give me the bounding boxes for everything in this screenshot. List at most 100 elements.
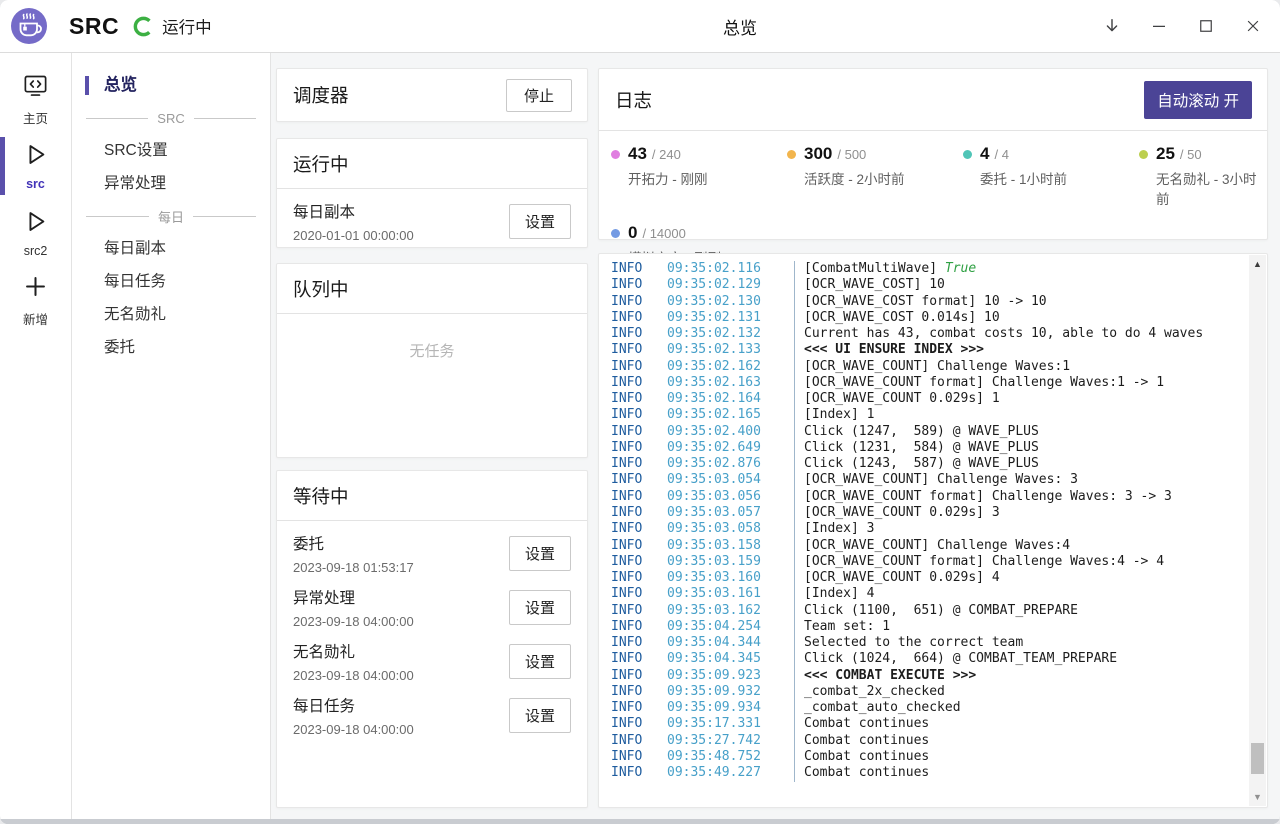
minimize-button[interactable]: [1148, 15, 1170, 37]
log-timestamp: 09:35:02.133: [667, 342, 761, 358]
log-level: INFO: [611, 326, 643, 342]
rail-item-src2[interactable]: src2: [0, 201, 71, 265]
window-bottom-edge: [0, 819, 1280, 824]
log-line: INFO 09:35:02.400 Click (1247, 589) @ WAVE…: [599, 423, 1248, 440]
nav-item-无名勋礼[interactable]: 无名勋礼: [72, 298, 270, 331]
nav-item-每日任务[interactable]: 每日任务: [72, 265, 270, 298]
scroll-down-icon[interactable]: ▼: [1249, 792, 1266, 802]
log-level: INFO: [611, 456, 643, 472]
task-name: 委托: [293, 536, 325, 553]
task-name: 每日任务: [293, 698, 356, 715]
rail-item-src[interactable]: src: [0, 134, 71, 198]
log-scrollbar[interactable]: ▲ ▼: [1249, 255, 1266, 806]
log-line: INFO 09:35:27.742 Combat continues: [599, 732, 1248, 749]
task-settings-button[interactable]: 设置: [508, 590, 571, 625]
task-settings-button[interactable]: 设置: [508, 204, 571, 239]
app-name: SRC: [69, 12, 120, 39]
rail-item-label: 新增: [22, 312, 48, 327]
download-button[interactable]: [1101, 15, 1123, 37]
nav-item-SRC设置[interactable]: SRC设置: [72, 134, 270, 167]
log-level: INFO: [611, 358, 643, 374]
log-timestamp: 09:35:02.130: [667, 293, 761, 309]
log-line: INFO 09:35:04.254 Team set: 1: [599, 618, 1248, 636]
rail-item-label: src: [26, 177, 45, 191]
log-level: INFO: [611, 700, 643, 716]
log-level: INFO: [611, 570, 643, 586]
close-button[interactable]: [1242, 15, 1264, 37]
task-row: 异常处理 2023-09-18 04:00:00 设置: [293, 579, 571, 633]
dashboard-label: 无名勋礼 - 3小时前: [1156, 172, 1257, 207]
log-level: INFO: [611, 261, 643, 276]
log-line: INFO 09:35:04.345 Click (1024, 664) @ COMB…: [599, 651, 1248, 668]
log-timestamp: 09:35:09.932: [667, 683, 761, 699]
task-settings-button[interactable]: 设置: [508, 644, 571, 679]
log-line: INFO 09:35:09.932 _combat_2x_checked: [599, 683, 1248, 701]
log-message: [OCR_WAVE_COUNT format] Challenge Waves:…: [794, 374, 1248, 392]
log-level: INFO: [611, 748, 643, 764]
task-next-run-time: 2023-09-18 04:00:00: [293, 668, 414, 683]
task-info: 委托 2023-09-18 01:53:17: [293, 532, 414, 575]
log-timestamp: 09:35:02.400: [667, 423, 761, 439]
dashboard-total: / 14000: [642, 226, 686, 241]
monitor-code-icon: [22, 72, 49, 104]
log-line: INFO 09:35:09.934 _combat_auto_checked: [599, 700, 1248, 717]
log-timestamp: 09:35:03.057: [667, 504, 761, 520]
rail-item-新增[interactable]: 新增: [0, 268, 71, 332]
log-timestamp: 09:35:04.254: [667, 618, 761, 634]
dashboard-dot-icon: [963, 149, 972, 159]
log-message: [OCR_WAVE_COUNT format] Challenge Waves:…: [794, 553, 1248, 571]
running-title: 运行中: [293, 154, 349, 175]
log-message: Click (1243, 587) @ WAVE_PLUS: [794, 456, 1248, 473]
nav-item-异常处理[interactable]: 异常处理: [72, 167, 270, 200]
log-line: INFO 09:35:03.057 [OCR_WAVE_COUNT 0.029s] …: [599, 504, 1248, 522]
log-timestamp: 09:35:02.132: [667, 326, 761, 342]
log-level: INFO: [611, 488, 643, 504]
scheduler-title: 调度器: [293, 85, 349, 106]
log-line: INFO 09:35:02.649 Click (1231, 584) @ WAVE…: [599, 439, 1248, 457]
log-message: _combat_auto_checked: [794, 700, 1248, 717]
scroll-up-icon[interactable]: ▲: [1249, 259, 1266, 269]
nav-item-总览[interactable]: 总览: [72, 69, 270, 102]
nav-item-每日副本[interactable]: 每日副本: [72, 232, 270, 265]
task-settings-button[interactable]: 设置: [508, 536, 571, 571]
titlebar: SRC 运行中 总览: [0, 0, 1280, 53]
scheduler-panel: 调度器 停止: [276, 68, 588, 122]
log-line: INFO 09:35:04.344 Selected to the correct …: [599, 635, 1248, 652]
nav-section-divider: 每日: [72, 200, 270, 232]
log-timestamp: 09:35:02.131: [667, 309, 761, 325]
maximize-button[interactable]: [1195, 15, 1217, 37]
scrollbar-thumb[interactable]: [1251, 743, 1264, 774]
main-area: 主页 src src2 新增 总览 SRC SRC设置 异常处理 每日 每日副本 每日任务 无名勋礼…: [0, 53, 1280, 819]
log-level: INFO: [611, 537, 643, 553]
log-message: Click (1247, 589) @ WAVE_PLUS: [794, 423, 1248, 440]
log-timestamp: 09:35:02.129: [667, 277, 761, 293]
scheduler-column: 调度器 停止 运行中 每日副本 2020-01-01 00:00:00 设置 队列中: [276, 68, 588, 808]
waiting-panel: 等待中 委托 2023-09-18 01:53:17 设置 异常处理 2023-09-1…: [276, 470, 588, 808]
dashboard-dot-icon: [1139, 149, 1148, 159]
log-message: _combat_2x_checked: [794, 683, 1248, 701]
log-line: INFO 09:35:02.164 [OCR_WAVE_COUNT 0.029s] …: [599, 391, 1248, 408]
stop-button[interactable]: 停止: [505, 78, 572, 112]
log-level: INFO: [611, 472, 643, 488]
active-indicator: [0, 137, 5, 195]
log-line: INFO 09:35:02.130 [OCR_WAVE_COST format] 1…: [599, 293, 1248, 310]
window-title: 总览: [723, 18, 757, 38]
nav-menu: 总览 SRC SRC设置 异常处理 每日 每日副本 每日任务 无名勋礼 委托: [72, 53, 271, 819]
log-message: Click (1024, 664) @ COMBAT_TEAM_PREPARE: [794, 651, 1248, 668]
dashboard-total: / 4: [994, 147, 1009, 162]
log-timestamp: 09:35:04.345: [667, 651, 761, 667]
window-controls: [1101, 0, 1264, 52]
log-timestamp: 09:35:03.160: [667, 570, 761, 586]
dashboard-value: 43: [628, 144, 647, 163]
waiting-title: 等待中: [293, 486, 349, 507]
dashboard-value: 25: [1156, 144, 1175, 163]
rail-item-主页[interactable]: 主页: [0, 67, 71, 131]
task-settings-button[interactable]: 设置: [508, 698, 571, 733]
autoscroll-toggle[interactable]: 自动滚动 开: [1144, 81, 1252, 119]
log-line: INFO 09:35:48.752 Combat continues: [599, 748, 1248, 766]
log-line: INFO 09:35:02.129 [OCR_WAVE_COST] 10: [599, 277, 1248, 294]
log-timestamp: 09:35:48.752: [667, 748, 761, 764]
log-timestamp: 09:35:02.876: [667, 456, 761, 472]
nav-item-委托[interactable]: 委托: [72, 331, 270, 364]
plus-icon: [22, 273, 49, 305]
